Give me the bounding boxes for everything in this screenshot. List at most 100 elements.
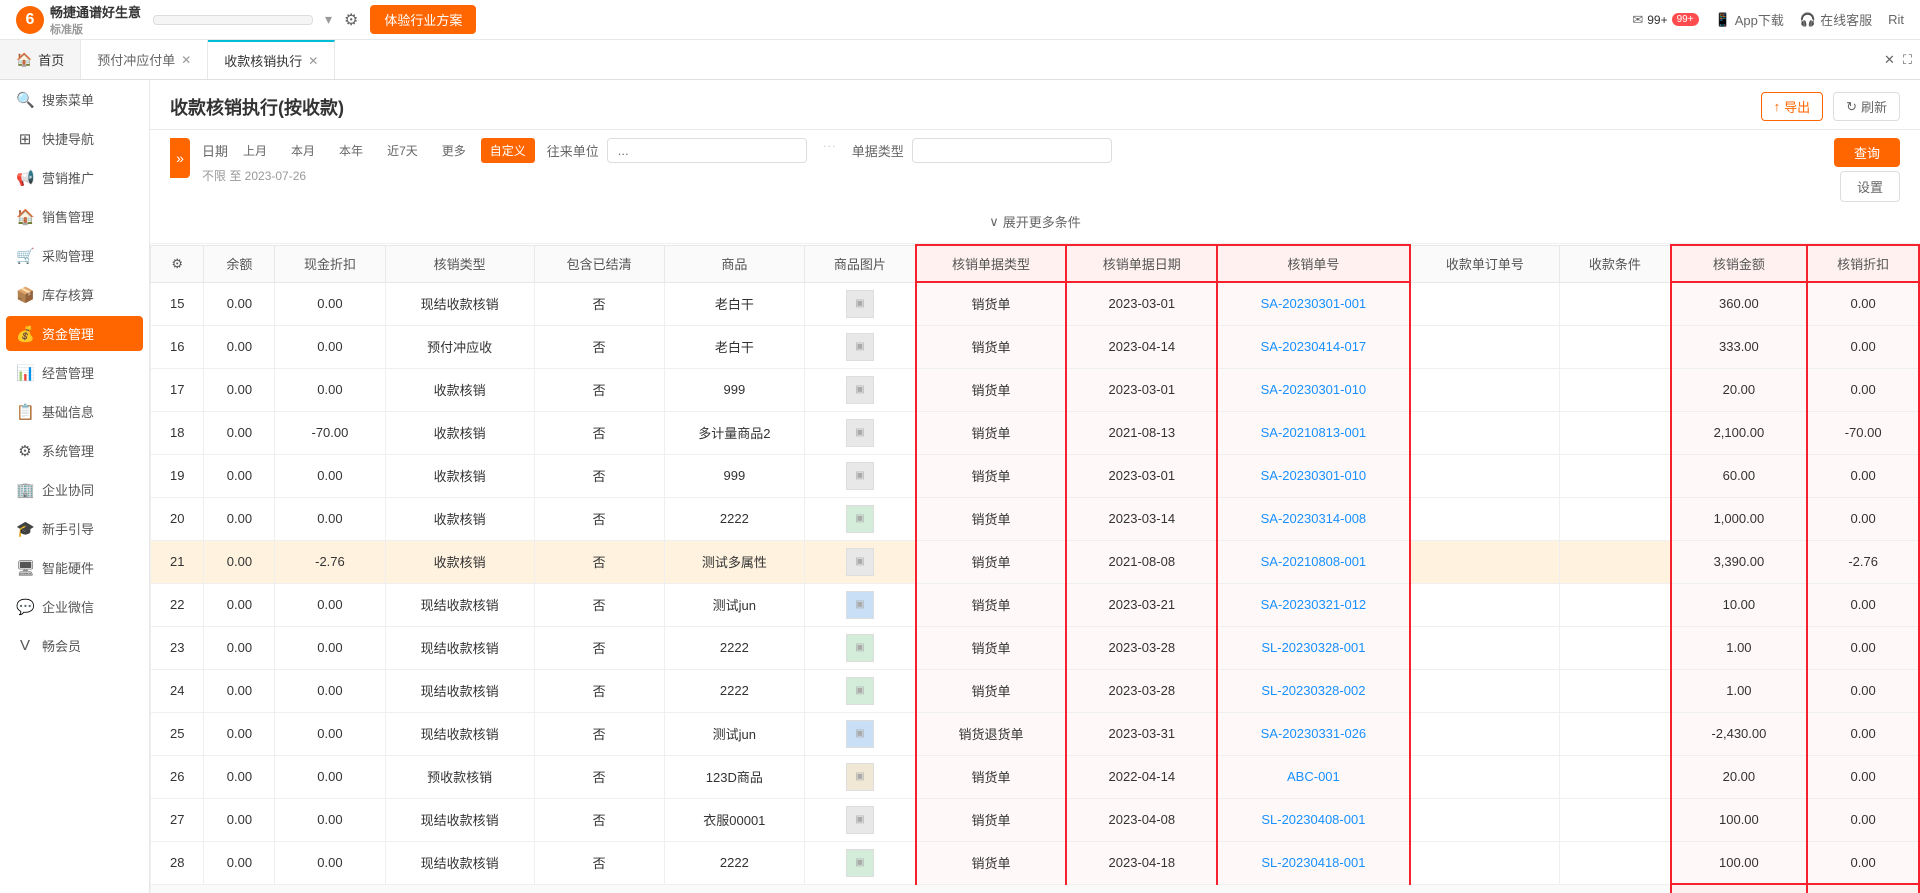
tab-home[interactable]: 🏠 首页 (0, 40, 81, 79)
date-btn-custom[interactable]: 自定义 (481, 138, 535, 163)
cell-idx: 18 (151, 411, 204, 454)
cell-verify-bill-no[interactable]: SL-20230408-001 (1217, 798, 1409, 841)
cell-receipt-order-no (1410, 282, 1560, 325)
sidebar-item-finance[interactable]: 💰 资金管理 (6, 316, 143, 351)
cell-balance: 0.00 (204, 712, 275, 755)
filter-expand-arrow[interactable]: » (170, 138, 190, 178)
cell-verify-bill-no[interactable]: SA-20230301-001 (1217, 282, 1409, 325)
date-btn-last-month[interactable]: 上月 (234, 138, 276, 163)
bill-no-link[interactable]: SA-20230321-012 (1261, 597, 1367, 612)
cell-verify-bill-no[interactable]: SA-20210813-001 (1217, 411, 1409, 454)
bill-no-link[interactable]: SA-20230314-008 (1261, 511, 1367, 526)
cell-balance: 0.00 (204, 282, 275, 325)
cell-verify-bill-no[interactable]: SA-20230331-026 (1217, 712, 1409, 755)
tab-collection[interactable]: 收款核销执行 ✕ (208, 40, 335, 79)
cell-verify-bill-no[interactable]: SL-20230328-001 (1217, 626, 1409, 669)
cell-verify-bill-no[interactable]: SA-20230314-008 (1217, 497, 1409, 540)
cell-receipt-order-no (1410, 411, 1560, 454)
top-search-bar[interactable] (153, 15, 313, 25)
table-row: 26 0.00 0.00 预收款核销 否 123D商品 ▣ 销货单 2022-0… (151, 755, 1920, 798)
cell-verify-bill-no[interactable]: SL-20230328-002 (1217, 669, 1409, 712)
member-icon: V (16, 637, 34, 654)
app-download-btn[interactable]: 📱 App下载 (1715, 10, 1784, 29)
bill-no-link[interactable]: SL-20230408-001 (1261, 812, 1365, 827)
sidebar-item-base[interactable]: 📋 基础信息 (0, 392, 149, 431)
refresh-button[interactable]: ↻ 刷新 (1833, 92, 1900, 121)
bill-no-link[interactable]: SA-20230301-001 (1261, 296, 1367, 311)
sidebar-item-hardware[interactable]: 🖥 智能硬件 (0, 548, 149, 587)
refresh-icon: ↻ (1846, 99, 1857, 115)
cell-verify-type: 预付冲应收 (385, 325, 534, 368)
th-verify-discount: 核销折扣 (1807, 245, 1919, 282)
tab-close-all-icon[interactable]: ✕ (1884, 52, 1895, 68)
type-select[interactable] (912, 138, 1112, 163)
date-btn-7days[interactable]: 近7天 (378, 138, 427, 163)
bill-no-link[interactable]: SA-20230331-026 (1261, 726, 1367, 741)
online-service-btn[interactable]: 🎧 在线客服 (1800, 10, 1872, 29)
cell-receipt-condition (1560, 841, 1671, 884)
cell-verify-bill-no[interactable]: SA-20230321-012 (1217, 583, 1409, 626)
cell-verify-bill-no[interactable]: SL-20230418-001 (1217, 841, 1409, 884)
cell-verify-amount: 100.00 (1671, 841, 1808, 884)
tab-prepay-close[interactable]: ✕ (181, 53, 191, 67)
cell-include-settled: 否 (534, 583, 664, 626)
tab-collection-close[interactable]: ✕ (308, 54, 318, 68)
bill-no-link[interactable]: SL-20230418-001 (1261, 855, 1365, 870)
cell-verify-bill-type: 销货单 (916, 669, 1067, 712)
date-btn-this-year[interactable]: 本年 (330, 138, 372, 163)
cell-verify-bill-no[interactable]: SA-20210808-001 (1217, 540, 1409, 583)
cell-product: 2222 (664, 497, 805, 540)
industry-btn[interactable]: 体验行业方案 (370, 5, 476, 34)
cell-verify-bill-date: 2023-03-01 (1066, 454, 1217, 497)
sidebar-item-system[interactable]: ⚙ 系统管理 (0, 431, 149, 470)
sidebar-item-purchase[interactable]: 🛒 采购管理 (0, 236, 149, 275)
cell-product-image: ▣ (805, 325, 916, 368)
sidebar-item-search[interactable]: 🔍 搜索菜单 (0, 80, 149, 119)
notification-btn[interactable]: ✉ 99+ 99+ (1632, 12, 1698, 28)
date-btn-more[interactable]: 更多 (433, 138, 475, 163)
party-input[interactable] (607, 138, 807, 163)
cell-verify-bill-no[interactable]: SA-20230414-017 (1217, 325, 1409, 368)
phone-icon: 📱 (1715, 12, 1731, 28)
cell-verify-bill-no[interactable]: SA-20230301-010 (1217, 454, 1409, 497)
cell-verify-bill-no[interactable]: SA-20230301-010 (1217, 368, 1409, 411)
th-include-settled: 包含已结清 (534, 245, 664, 282)
sidebar-item-inventory[interactable]: 📦 库存核算 (0, 275, 149, 314)
bill-no-link[interactable]: SA-20210813-001 (1261, 425, 1367, 440)
dropdown-icon[interactable]: ▾ (325, 11, 332, 28)
bill-no-link[interactable]: ABC-001 (1287, 769, 1340, 784)
sidebar-item-corp[interactable]: 🏢 企业协同 (0, 470, 149, 509)
date-btn-this-month[interactable]: 本月 (282, 138, 324, 163)
sidebar-item-quicknav[interactable]: ⊞ 快捷导航 (0, 119, 149, 158)
bill-no-link[interactable]: SL-20230328-001 (1261, 640, 1365, 655)
bill-no-link[interactable]: SA-20230301-010 (1261, 382, 1367, 397)
settings-button[interactable]: 设置 (1840, 171, 1900, 202)
tab-expand-icon[interactable]: ⛶ (1903, 52, 1912, 68)
table-footer-row: 合计 40,556,66... 952.24 (151, 884, 1920, 893)
th-settings[interactable]: ⚙ (151, 245, 204, 282)
sidebar-item-guide[interactable]: 🎓 新手引导 (0, 509, 149, 548)
bill-no-link[interactable]: SA-20230301-010 (1261, 468, 1367, 483)
cell-verify-discount: 0.00 (1807, 626, 1919, 669)
bill-no-link[interactable]: SA-20230414-017 (1261, 339, 1367, 354)
cell-include-settled: 否 (534, 755, 664, 798)
sidebar-item-sales[interactable]: 🏠 销售管理 (0, 197, 149, 236)
gear-icon[interactable]: ⚙ (344, 10, 358, 30)
expand-conditions-btn[interactable]: ∨ 展开更多条件 (989, 212, 1081, 231)
expand-icon: ∨ (989, 214, 999, 230)
export-button[interactable]: ↑ 导出 (1761, 92, 1824, 121)
sidebar-item-member[interactable]: V 畅会员 (0, 626, 149, 665)
table-row: 16 0.00 0.00 预付冲应收 否 老白干 ▣ 销货单 2023-04-1… (151, 325, 1920, 368)
bill-no-link[interactable]: SA-20210808-001 (1261, 554, 1367, 569)
cell-verify-bill-no[interactable]: ABC-001 (1217, 755, 1409, 798)
sidebar-item-marketing[interactable]: 📢 营销推广 (0, 158, 149, 197)
tab-prepay[interactable]: 预付冲应付单 ✕ (81, 40, 208, 79)
sidebar-item-biz[interactable]: 📊 经营管理 (0, 353, 149, 392)
data-table: ⚙ 余额 现金折扣 核销类型 包含已结清 商品 商品图片 核销单据类型 核销单据… (150, 244, 1920, 893)
sidebar-item-wechat[interactable]: 💬 企业微信 (0, 587, 149, 626)
query-button[interactable]: 查询 (1834, 138, 1900, 167)
date-label: 日期 (202, 141, 228, 160)
bill-no-link[interactable]: SL-20230328-002 (1261, 683, 1365, 698)
cell-idx: 21 (151, 540, 204, 583)
cell-verify-bill-type: 销货单 (916, 454, 1067, 497)
